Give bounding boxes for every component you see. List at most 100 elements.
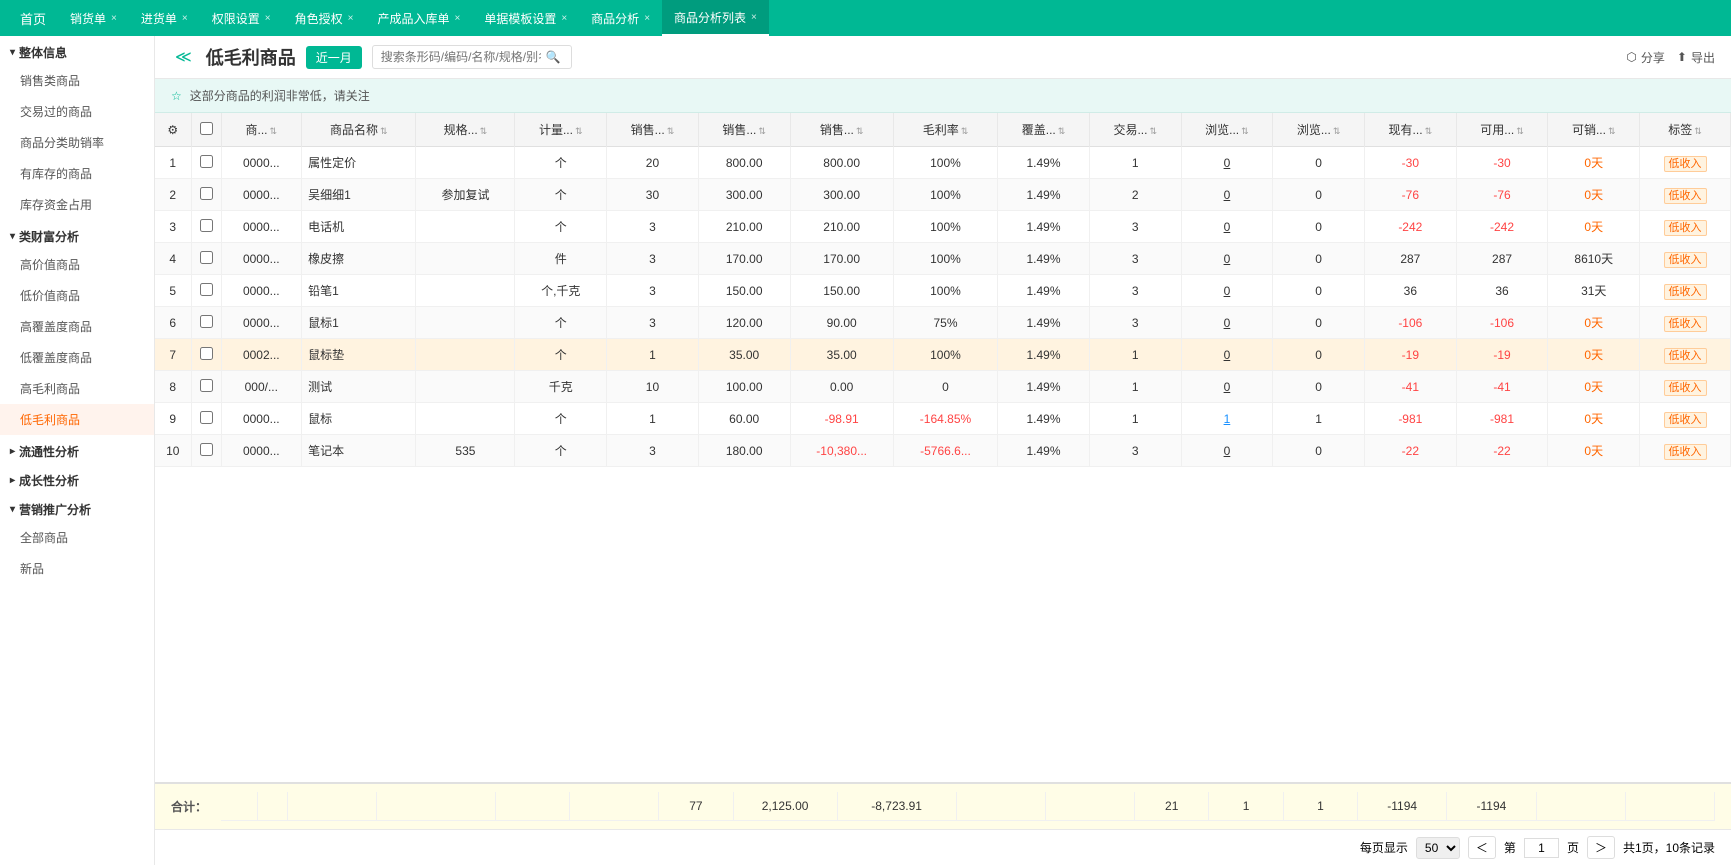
sidebar-item-category-rate[interactable]: 商品分类助销率 (0, 127, 154, 158)
share-icon: ⬡ (1626, 50, 1636, 64)
row-checkbox[interactable] (200, 347, 213, 360)
row-views1[interactable]: 0 (1181, 147, 1273, 179)
row-checkbox[interactable] (200, 283, 213, 296)
page-number-input[interactable] (1524, 838, 1559, 858)
prev-page-button[interactable]: ＜ (1468, 836, 1496, 859)
sidebar-item-stock-capital[interactable]: 库存资金占用 (0, 189, 154, 220)
sidebar-item-low-coverage[interactable]: 低覆盖度商品 (0, 342, 154, 373)
row-checkbox-cell[interactable] (191, 435, 221, 467)
nav-product-analysis[interactable]: 商品分析× (579, 0, 662, 36)
row-checkbox-cell[interactable] (191, 339, 221, 371)
row-checkbox[interactable] (200, 379, 213, 392)
row-checkbox-cell[interactable] (191, 211, 221, 243)
next-page-button[interactable]: ＞ (1587, 836, 1615, 859)
close-icon[interactable]: × (111, 13, 117, 24)
row-checkbox-cell[interactable] (191, 179, 221, 211)
page-size-select[interactable]: 50 (1416, 837, 1460, 859)
tag-badge: 低收入 (1664, 412, 1707, 428)
close-icon[interactable]: × (348, 13, 354, 24)
row-checkbox-cell[interactable] (191, 307, 221, 339)
close-icon[interactable]: × (265, 13, 271, 24)
close-icon[interactable]: × (751, 12, 757, 23)
nav-role-auth[interactable]: 角色授权× (283, 0, 366, 36)
close-icon[interactable]: × (182, 13, 188, 24)
row-views1[interactable]: 0 (1181, 307, 1273, 339)
row-checkbox[interactable] (200, 315, 213, 328)
views1-link[interactable]: 0 (1224, 316, 1231, 330)
search-icon[interactable]: 🔍 (546, 50, 561, 64)
export-button[interactable]: ⬆ 导出 (1677, 49, 1715, 66)
views1-link[interactable]: 0 (1224, 444, 1231, 458)
row-checkbox[interactable] (200, 219, 213, 232)
sidebar-group-marketing[interactable]: ▾ 营销推广分析 (0, 493, 154, 522)
views1-link[interactable]: 0 (1224, 380, 1231, 394)
col-settings[interactable]: ⚙ (155, 113, 191, 147)
sidebar-item-high-value[interactable]: 高价值商品 (0, 249, 154, 280)
period-button[interactable]: 近一月 (306, 46, 362, 69)
sidebar-item-low-value[interactable]: 低价值商品 (0, 280, 154, 311)
share-button[interactable]: ⬡ 分享 (1626, 49, 1665, 66)
row-views1[interactable]: 0 (1181, 339, 1273, 371)
row-name: 吴细细1 (302, 179, 416, 211)
row-checkbox[interactable] (200, 155, 213, 168)
row-checkbox-cell[interactable] (191, 275, 221, 307)
sidebar-group-liquidity[interactable]: ▸ 流通性分析 (0, 435, 154, 464)
row-coverage: 1.49% (998, 275, 1090, 307)
nav-product-inbound[interactable]: 产成品入库单× (365, 0, 472, 36)
search-input[interactable] (381, 50, 541, 64)
sidebar-item-stocked-goods[interactable]: 有库存的商品 (0, 158, 154, 189)
nav-purchase-order[interactable]: 进货单× (129, 0, 200, 36)
sidebar-item-new-goods[interactable]: 新品 (0, 553, 154, 584)
col-sellable-days: 可销...⇅ (1548, 113, 1640, 147)
row-views1[interactable]: 0 (1181, 275, 1273, 307)
sidebar-item-all-goods[interactable]: 全部商品 (0, 522, 154, 553)
views1-link[interactable]: 0 (1224, 348, 1231, 362)
row-views1[interactable]: 1 (1181, 403, 1273, 435)
row-transactions: 2 (1089, 179, 1181, 211)
views1-link[interactable]: 0 (1224, 188, 1231, 202)
nav-sales-order[interactable]: 销货单× (58, 0, 129, 36)
row-checkbox[interactable] (200, 187, 213, 200)
close-icon[interactable]: × (644, 13, 650, 24)
nav-home[interactable]: 首页 (8, 0, 58, 36)
row-checkbox-cell[interactable] (191, 243, 221, 275)
close-icon[interactable]: × (561, 13, 567, 24)
row-tag: 低收入 (1640, 435, 1731, 467)
select-all-checkbox[interactable] (200, 122, 213, 135)
row-checkbox[interactable] (200, 251, 213, 264)
row-views1[interactable]: 0 (1181, 243, 1273, 275)
row-checkbox-cell[interactable] (191, 147, 221, 179)
nav-template-settings[interactable]: 单据模板设置× (472, 0, 579, 36)
views1-link[interactable]: 0 (1224, 284, 1231, 298)
row-views1[interactable]: 0 (1181, 435, 1273, 467)
sidebar-item-high-margin[interactable]: 高毛利商品 (0, 373, 154, 404)
row-checkbox-cell[interactable] (191, 403, 221, 435)
sidebar-group-wealth[interactable]: ▾ 类财富分析 (0, 220, 154, 249)
col-sales-price: 销售...⇅ (698, 113, 790, 147)
row-views1[interactable]: 0 (1181, 179, 1273, 211)
sidebar-group-growth[interactable]: ▸ 成长性分析 (0, 464, 154, 493)
sidebar-item-sales-goods[interactable]: 销售类商品 (0, 65, 154, 96)
sidebar-item-low-margin[interactable]: 低毛利商品 (0, 404, 154, 435)
sidebar-item-high-coverage[interactable]: 高覆盖度商品 (0, 311, 154, 342)
nav-permission[interactable]: 权限设置× (200, 0, 283, 36)
row-checkbox[interactable] (200, 443, 213, 456)
row-checkbox[interactable] (200, 411, 213, 424)
views1-link[interactable]: 0 (1224, 252, 1231, 266)
row-sales-gross: 150.00 (790, 275, 893, 307)
search-box[interactable]: 🔍 (372, 45, 572, 69)
sidebar-item-traded-goods[interactable]: 交易过的商品 (0, 96, 154, 127)
row-unit: 个 (515, 179, 607, 211)
views1-link[interactable]: 1 (1224, 412, 1231, 426)
row-views1[interactable]: 0 (1181, 371, 1273, 403)
row-sales-qty: 1 (607, 339, 699, 371)
close-icon[interactable]: × (454, 13, 460, 24)
row-checkbox-cell[interactable] (191, 371, 221, 403)
views1-link[interactable]: 0 (1224, 156, 1231, 170)
views1-link[interactable]: 0 (1224, 220, 1231, 234)
row-views1[interactable]: 0 (1181, 211, 1273, 243)
sidebar-group-general[interactable]: ▾ 整体信息 (0, 36, 154, 65)
collapse-button[interactable]: ≪ (171, 47, 196, 67)
nav-product-analysis-list[interactable]: 商品分析列表× (662, 0, 769, 36)
col-checkbox[interactable] (191, 113, 221, 147)
